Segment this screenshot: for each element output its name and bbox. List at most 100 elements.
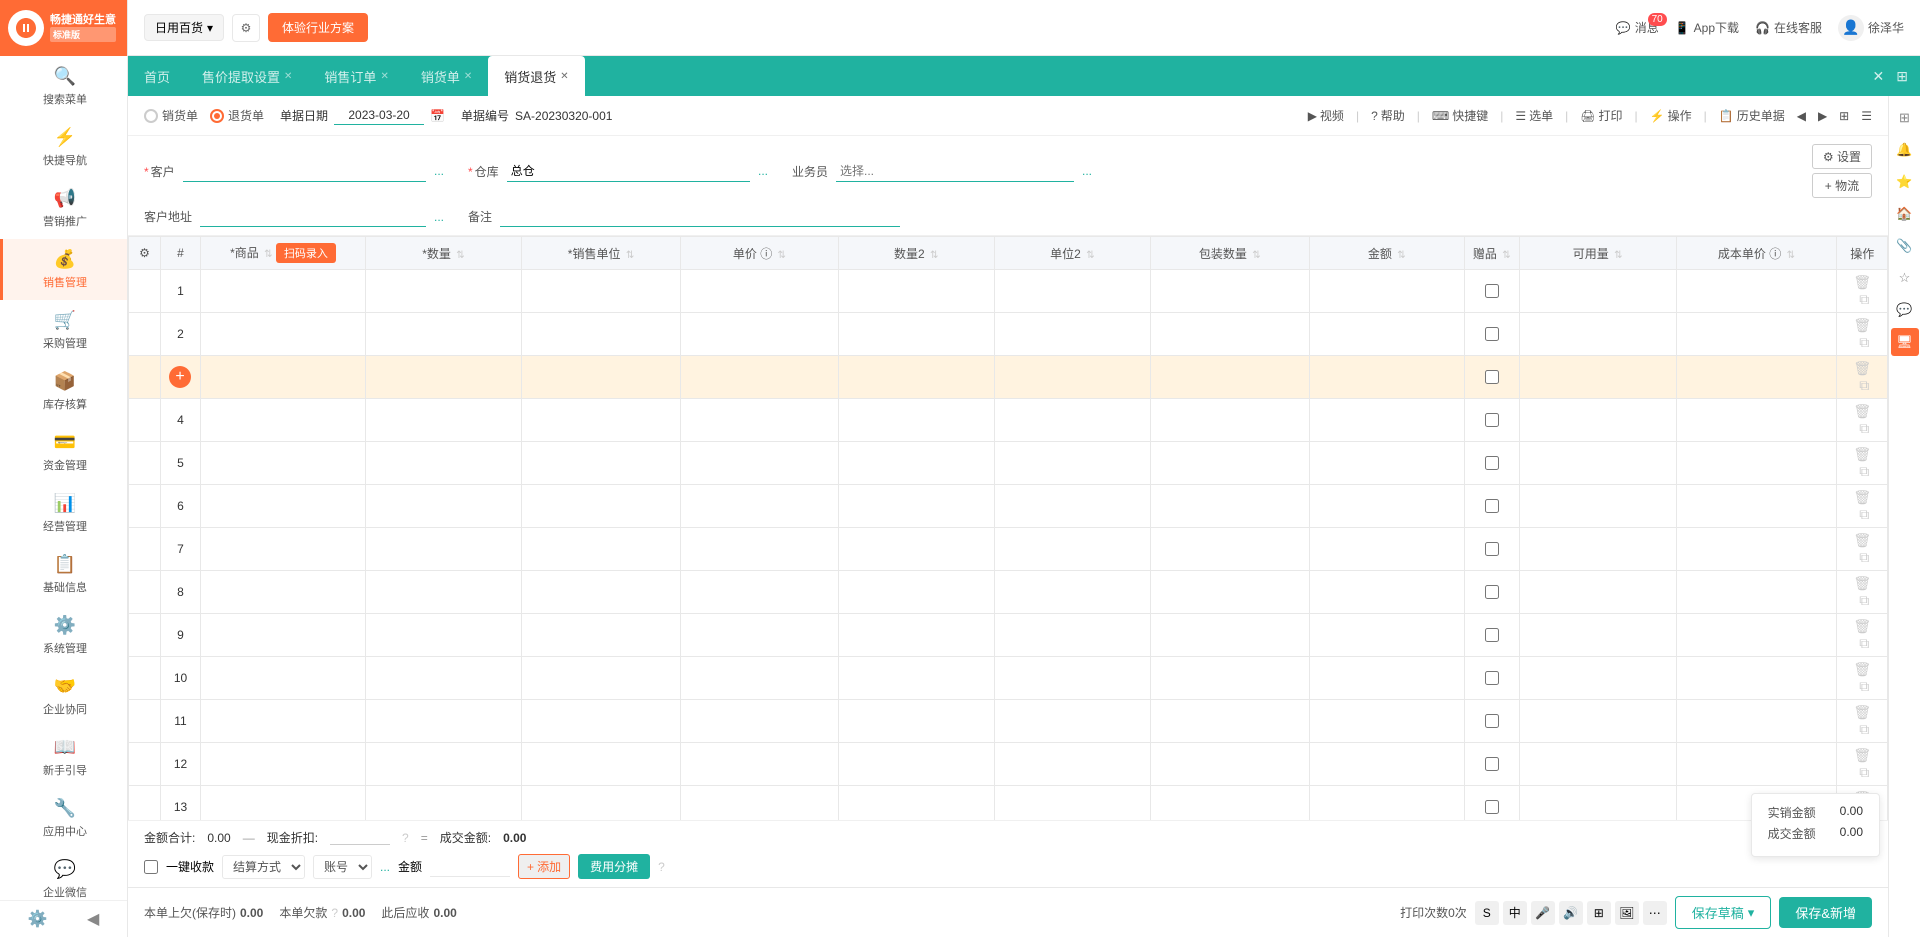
- row-cost-5[interactable]: [1676, 442, 1837, 485]
- unit-input-13[interactable]: [530, 800, 672, 814]
- row-packqty-5[interactable]: [1150, 442, 1309, 485]
- industry-select[interactable]: 日用百货 ▾: [144, 14, 224, 41]
- cost-input-8[interactable]: [1685, 585, 1829, 599]
- row-qty2-12[interactable]: [838, 743, 994, 786]
- copy-btn-12[interactable]: ⧉: [1859, 764, 1869, 780]
- history-btn[interactable]: 📋 历史单据: [1719, 107, 1785, 124]
- row-price-11[interactable]: [681, 700, 838, 743]
- packqty-input-11[interactable]: [1159, 714, 1301, 728]
- row-amount-10[interactable]: [1309, 657, 1464, 700]
- cost-input-11[interactable]: [1685, 714, 1829, 728]
- save-draft-btn[interactable]: 保存草稿 ▾: [1675, 896, 1772, 929]
- row-unit-10[interactable]: [521, 657, 680, 700]
- row-product-9[interactable]: [201, 614, 366, 657]
- row-amount-13[interactable]: [1309, 786, 1464, 821]
- row-amount-4[interactable]: [1309, 399, 1464, 442]
- amount-input-10[interactable]: [1318, 671, 1456, 685]
- row-unit-6[interactable]: [521, 485, 680, 528]
- qty2-input-9[interactable]: [847, 628, 986, 642]
- grid-view-btn[interactable]: ⊞: [1839, 109, 1849, 123]
- amount-input-8[interactable]: [1318, 585, 1456, 599]
- next-record-btn[interactable]: ▶: [1818, 109, 1827, 123]
- select-btn[interactable]: ☰ 选单: [1515, 107, 1553, 124]
- settings-bottom-btn[interactable]: ⚙️: [28, 909, 48, 929]
- row-packqty-1[interactable]: [1150, 270, 1309, 313]
- available-sort-icon[interactable]: ⇅: [1614, 250, 1622, 261]
- qty2-input-12[interactable]: [847, 757, 986, 771]
- delete-btn-3[interactable]: 🗑: [1853, 360, 1871, 376]
- cost-sort-icon[interactable]: ⇅: [1787, 250, 1795, 261]
- row-amount-7[interactable]: [1309, 528, 1464, 571]
- row-product-11[interactable]: [201, 700, 366, 743]
- cost-input-4[interactable]: [1685, 413, 1829, 427]
- row-price-8[interactable]: [681, 571, 838, 614]
- row-packqty-7[interactable]: [1150, 528, 1309, 571]
- row-amount-11[interactable]: [1309, 700, 1464, 743]
- delete-btn-11[interactable]: 🗑: [1853, 704, 1871, 720]
- qty2-input-13[interactable]: [847, 800, 986, 814]
- row-price-13[interactable]: [681, 786, 838, 821]
- row-price-10[interactable]: [681, 657, 838, 700]
- unit2-sort-icon[interactable]: ⇅: [1086, 250, 1094, 261]
- delete-btn-9[interactable]: 🗑: [1853, 618, 1871, 634]
- row-packqty-12[interactable]: [1150, 743, 1309, 786]
- row-unit2-13[interactable]: [994, 786, 1150, 821]
- operate-btn[interactable]: ⚡ 操作: [1650, 107, 1692, 124]
- unit-input-7[interactable]: [530, 542, 672, 556]
- row-qty2-9[interactable]: [838, 614, 994, 657]
- gift-checkbox-7[interactable]: [1485, 542, 1499, 556]
- amount-input-2[interactable]: [1318, 327, 1456, 341]
- cash-discount-input[interactable]: [330, 830, 390, 845]
- quantity-sort-icon[interactable]: ⇅: [456, 250, 464, 261]
- unit-input-9[interactable]: [530, 628, 672, 642]
- row-qty2-2[interactable]: [838, 313, 994, 356]
- row-quantity-3[interactable]: [365, 356, 521, 399]
- remark-input[interactable]: [500, 206, 900, 227]
- row-available-6[interactable]: [1519, 485, 1676, 528]
- row-quantity-10[interactable]: [365, 657, 521, 700]
- row-quantity-5[interactable]: [365, 442, 521, 485]
- cost-input-2[interactable]: [1685, 327, 1829, 341]
- gift-checkbox-12[interactable]: [1485, 757, 1499, 771]
- unit-input-12[interactable]: [530, 757, 672, 771]
- row-qty2-4[interactable]: [838, 399, 994, 442]
- qty2-input-11[interactable]: [847, 714, 986, 728]
- amount-input-4[interactable]: [1318, 413, 1456, 427]
- unit2-input-4[interactable]: [1003, 413, 1142, 427]
- row-available-1[interactable]: [1519, 270, 1676, 313]
- tab-price-settings-close[interactable]: ✕: [284, 71, 292, 82]
- copy-btn-11[interactable]: ⧉: [1859, 721, 1869, 737]
- quantity-input-2[interactable]: [374, 327, 513, 341]
- row-available-11[interactable]: [1519, 700, 1676, 743]
- th-settings[interactable]: ⚙: [129, 237, 161, 270]
- row-unit-13[interactable]: [521, 786, 680, 821]
- tab-sales-return-close[interactable]: ✕: [560, 71, 568, 82]
- app-download-btn[interactable]: 📱 App下载: [1675, 19, 1739, 36]
- packqty-input-12[interactable]: [1159, 757, 1301, 771]
- product-sort-icon[interactable]: ⇅: [264, 249, 272, 260]
- price-input-12[interactable]: [689, 757, 829, 771]
- row-product-5[interactable]: [201, 442, 366, 485]
- row-quantity-2[interactable]: [365, 313, 521, 356]
- cost-input-7[interactable]: [1685, 542, 1829, 556]
- gift-checkbox-6[interactable]: [1485, 499, 1499, 513]
- row-unit2-12[interactable]: [994, 743, 1150, 786]
- tab-price-settings[interactable]: 售价提取设置 ✕: [186, 56, 308, 96]
- unit2-input-2[interactable]: [1003, 327, 1142, 341]
- address-input[interactable]: [200, 206, 426, 227]
- row-unit2-3[interactable]: [994, 356, 1150, 399]
- row-cost-9[interactable]: [1676, 614, 1837, 657]
- gift-sort-icon[interactable]: ⇅: [1502, 250, 1510, 261]
- gift-checkbox-13[interactable]: [1485, 800, 1499, 814]
- row-packqty-9[interactable]: [1150, 614, 1309, 657]
- row-product-13[interactable]: [201, 786, 366, 821]
- row-price-12[interactable]: [681, 743, 838, 786]
- copy-btn-10[interactable]: ⧉: [1859, 678, 1869, 694]
- row-cost-11[interactable]: [1676, 700, 1837, 743]
- price-input-1[interactable]: [689, 284, 829, 298]
- row-qty2-10[interactable]: [838, 657, 994, 700]
- row-amount-1[interactable]: [1309, 270, 1464, 313]
- row-cost-6[interactable]: [1676, 485, 1837, 528]
- quantity-input-9[interactable]: [374, 628, 513, 642]
- unit-input-3[interactable]: [530, 370, 672, 384]
